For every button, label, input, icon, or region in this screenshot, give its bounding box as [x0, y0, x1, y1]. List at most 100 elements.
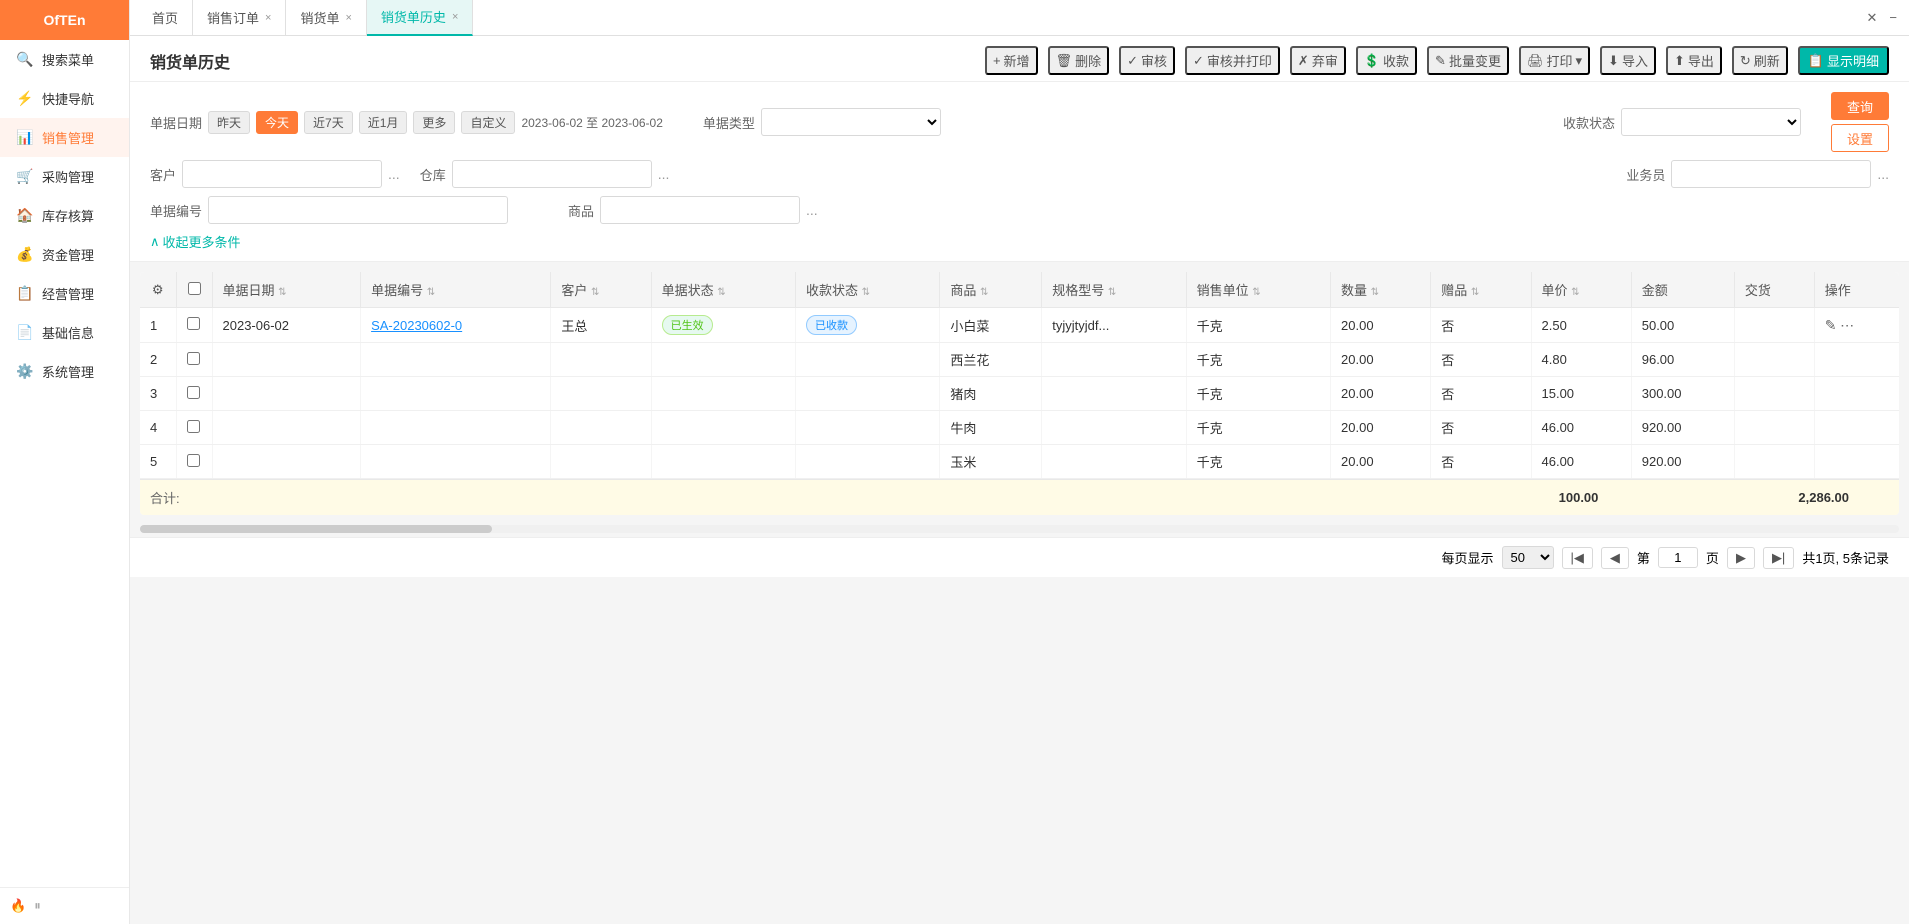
collapse-button[interactable]: ∧ 收起更多条件 [150, 232, 1889, 251]
page-label-after: 页 [1706, 548, 1719, 567]
col-settings[interactable]: ⚙ [140, 272, 176, 308]
date-btn-more[interactable]: 更多 [413, 111, 455, 134]
doctype-select[interactable] [761, 108, 941, 136]
sidebar-item-quick-nav[interactable]: ⚡ 快捷导航 [0, 79, 129, 118]
col-price[interactable]: 单价 ⇅ [1531, 272, 1631, 308]
sidebar-item-label: 资金管理 [42, 245, 94, 264]
row-gift: 否 [1431, 445, 1531, 479]
docno-input[interactable] [208, 196, 508, 224]
row-checkbox[interactable] [176, 411, 212, 445]
col-docno[interactable]: 单据编号 ⇅ [361, 272, 551, 308]
scrollbar-thumb[interactable] [140, 525, 492, 533]
col-spec[interactable]: 规格型号 ⇅ [1042, 272, 1186, 308]
goods-dots-btn[interactable]: ... [806, 202, 818, 218]
date-btn-1month[interactable]: 近1月 [359, 111, 408, 134]
pause-icon[interactable]: ⏸ [34, 898, 41, 914]
tab-sales-order-close[interactable]: × [265, 12, 271, 24]
batch-change-button[interactable]: ✎ 批量变更 [1427, 46, 1509, 75]
tab-sales-goods-close[interactable]: × [345, 12, 351, 24]
customer-input[interactable] [182, 160, 382, 188]
last-page-button[interactable]: ▶| [1763, 547, 1794, 569]
delete-button[interactable]: 🗑 删除 [1048, 46, 1110, 75]
col-goods[interactable]: 商品 ⇅ [940, 272, 1042, 308]
window-close-icon[interactable]: ✕ [1859, 10, 1886, 26]
row-docno[interactable] [361, 445, 551, 479]
abandon-button[interactable]: ✗ 弃审 [1290, 46, 1346, 75]
tab-sales-history[interactable]: 销货单历史 × [367, 0, 473, 36]
sidebar-item-sys-mgmt[interactable]: ⚙️ 系统管理 [0, 352, 129, 391]
col-customer[interactable]: 客户 ⇅ [551, 272, 651, 308]
col-checkbox[interactable] [176, 272, 212, 308]
col-unit[interactable]: 销售单位 ⇅ [1186, 272, 1330, 308]
print-button[interactable]: 🖨 打印 ▾ [1519, 46, 1590, 75]
date-btn-7days[interactable]: 近7天 [304, 111, 353, 134]
tab-sales-goods[interactable]: 销货单 × [286, 0, 366, 36]
refresh-button[interactable]: ↻ 刷新 [1732, 46, 1788, 75]
row-action[interactable]: ✎ ⋯ [1814, 308, 1899, 343]
audit-print-button[interactable]: ✓ 审核并打印 [1185, 46, 1280, 75]
col-docstatus[interactable]: 单据状态 ⇅ [651, 272, 795, 308]
col-date[interactable]: 单据日期 ⇅ [212, 272, 361, 308]
collect-select[interactable] [1621, 108, 1801, 136]
first-page-button[interactable]: |◀ [1562, 547, 1593, 569]
row-docno[interactable] [361, 411, 551, 445]
prev-page-button[interactable]: ◀ [1601, 547, 1629, 569]
col-gift[interactable]: 赠品 ⇅ [1431, 272, 1531, 308]
audit-button[interactable]: ✓ 审核 [1119, 46, 1175, 75]
window-minimize-icon[interactable]: − [1885, 10, 1901, 25]
export-button[interactable]: ⬆ 导出 [1666, 46, 1722, 75]
row-action[interactable] [1814, 411, 1899, 445]
query-button[interactable]: 查询 [1831, 92, 1889, 120]
sidebar-item-basic-info[interactable]: 📄 基础信息 [0, 313, 129, 352]
docno-link[interactable]: SA-20230602-0 [371, 318, 462, 333]
col-collectstatus[interactable]: 收款状态 ⇅ [796, 272, 940, 308]
sidebar-item-search-menu[interactable]: 🔍 搜索菜单 [0, 40, 129, 79]
show-detail-button[interactable]: 📋 显示明细 [1798, 46, 1889, 75]
more-action-icon[interactable]: ⋯ [1840, 317, 1854, 333]
sidebar-item-sales-mgmt[interactable]: 📊 销售管理 [0, 118, 129, 157]
goods-input[interactable] [600, 196, 800, 224]
row-checkbox[interactable] [176, 343, 212, 377]
set-button[interactable]: 设置 [1831, 124, 1889, 152]
next-page-button[interactable]: ▶ [1727, 547, 1755, 569]
date-btn-yesterday[interactable]: 昨天 [208, 111, 250, 134]
row-docno[interactable]: SA-20230602-0 [361, 308, 551, 343]
collect-button[interactable]: 💲 收款 [1356, 46, 1417, 75]
sidebar-item-purchase-mgmt[interactable]: 🛒 采购管理 [0, 157, 129, 196]
edit-icon[interactable]: ✎ [1825, 317, 1837, 333]
date-btn-today[interactable]: 今天 [256, 111, 298, 134]
select-all-checkbox[interactable] [188, 282, 201, 295]
row-action[interactable] [1814, 445, 1899, 479]
row-docno[interactable] [361, 343, 551, 377]
sidebar-item-fund-mgmt[interactable]: 💰 资金管理 [0, 235, 129, 274]
row-checkbox[interactable] [176, 308, 212, 343]
docstatus-sort-icon: ⇅ [717, 287, 725, 298]
page-size-select[interactable]: 50 100 200 [1502, 546, 1554, 569]
customer-dots-btn[interactable]: ... [388, 166, 400, 182]
row-action[interactable] [1814, 343, 1899, 377]
row-action[interactable] [1814, 377, 1899, 411]
row-docno[interactable] [361, 377, 551, 411]
salesperson-input[interactable] [1671, 160, 1871, 188]
row-checkbox[interactable] [176, 445, 212, 479]
show-detail-icon: 📋 [1808, 53, 1824, 69]
horizontal-scrollbar[interactable] [140, 525, 1899, 533]
col-amount[interactable]: 金额 [1631, 272, 1734, 308]
tab-home[interactable]: 首页 [138, 0, 193, 36]
col-qty[interactable]: 数量 ⇅ [1331, 272, 1431, 308]
tab-sales-order[interactable]: 销售订单 × [193, 0, 286, 36]
row-checkbox[interactable] [176, 377, 212, 411]
tab-sales-history-close[interactable]: × [452, 11, 458, 23]
sidebar-item-inventory-calc[interactable]: 🏠 库存核算 [0, 196, 129, 235]
salesperson-dots-btn[interactable]: ... [1877, 166, 1889, 182]
fire-icon[interactable]: 🔥 [10, 898, 26, 914]
import-button[interactable]: ⬇ 导入 [1600, 46, 1656, 75]
sidebar-item-ops-mgmt[interactable]: 📋 经营管理 [0, 274, 129, 313]
warehouse-input[interactable] [452, 160, 652, 188]
date-btn-custom[interactable]: 自定义 [461, 111, 515, 134]
add-button[interactable]: + 新增 [985, 46, 1038, 75]
warehouse-dots-btn[interactable]: ... [658, 166, 670, 182]
page-number-input[interactable] [1658, 547, 1698, 568]
col-transaction[interactable]: 交货 [1734, 272, 1814, 308]
row-unit: 千克 [1186, 343, 1330, 377]
